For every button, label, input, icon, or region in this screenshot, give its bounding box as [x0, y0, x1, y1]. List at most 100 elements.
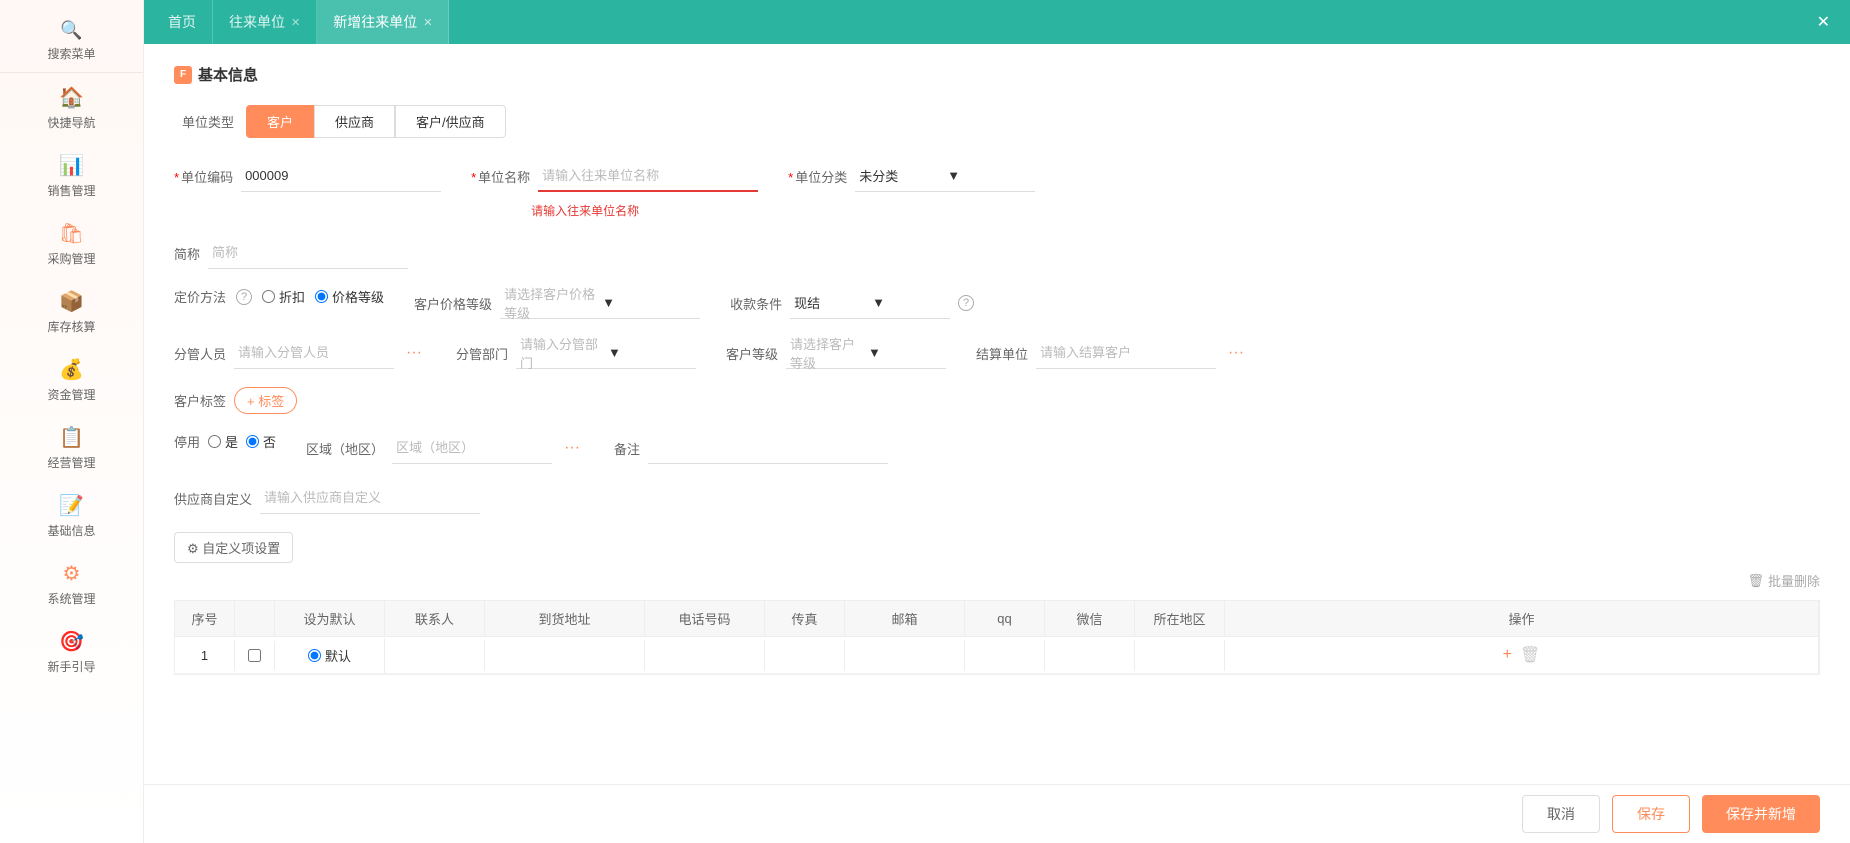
row-checkbox[interactable] [248, 649, 261, 662]
col-header-action: 操作 [1225, 601, 1819, 636]
system-icon: ⚙ [63, 561, 81, 586]
cell-region[interactable] [1135, 640, 1225, 671]
unit-type-label: 单位类型 [174, 112, 234, 131]
sidebar-item-search[interactable]: 🔍 搜索菜单 [0, 10, 143, 73]
customer-level-chevron: ▼ [868, 345, 942, 360]
cell-address[interactable] [485, 640, 645, 671]
field-short-name: 简称 [174, 237, 408, 269]
sidebar-item-finance[interactable]: 💰 资金管理 [0, 345, 143, 413]
manager-more-btn[interactable]: ··· [402, 344, 426, 362]
delete-row-btn[interactable]: 🗑 [1520, 645, 1540, 665]
unit-type-group: 客户 供应商 客户/供应商 [246, 105, 506, 138]
section-basic-info: F 基本信息 [174, 64, 1820, 85]
field-unit-name: *单位名称 请输入往来单位名称 [471, 160, 758, 219]
settlement-more-btn[interactable]: ··· [1224, 344, 1248, 362]
payment-help-icon[interactable]: ? [958, 295, 974, 311]
disabled-yes[interactable]: 是 [208, 432, 238, 451]
cell-action: + 🗑 [1225, 637, 1819, 673]
cell-phone[interactable] [645, 640, 765, 671]
field-settlement-unit: 结算单位 ··· [976, 337, 1248, 369]
unit-type-both[interactable]: 客户/供应商 [395, 105, 506, 138]
field-remark: 备注 [614, 432, 888, 464]
row-supplier-custom: 供应商自定义 [174, 482, 1820, 514]
tab-counterparty[interactable]: 往来单位 ✕ [213, 0, 317, 44]
cell-wechat[interactable] [1045, 640, 1135, 671]
phone-input[interactable] [651, 648, 758, 663]
region-input[interactable] [392, 432, 552, 464]
customer-price-level-select[interactable]: 请选择客户价格等级 ▼ [500, 287, 700, 319]
region-more-btn[interactable]: ··· [560, 439, 584, 457]
department-select[interactable]: 请输入分管部门 ▼ [516, 337, 696, 369]
tab-new-counterparty[interactable]: 新增往来单位 ✕ [317, 0, 449, 44]
close-all-tabs[interactable]: ✕ [1805, 12, 1842, 32]
cancel-button[interactable]: 取消 [1522, 795, 1600, 833]
unit-name-input[interactable] [538, 160, 758, 192]
qq-input[interactable] [971, 648, 1038, 663]
cell-fax[interactable] [765, 640, 845, 671]
settlement-unit-input[interactable] [1036, 337, 1216, 369]
disabled-no[interactable]: 否 [246, 432, 276, 451]
cell-default[interactable]: 默认 [275, 638, 385, 673]
col-header-check [235, 601, 275, 636]
manager-input[interactable] [234, 337, 394, 369]
purchase-icon: 🛍 [59, 221, 84, 246]
sidebar-item-operations[interactable]: 📋 经营管理 [0, 413, 143, 481]
field-pricing-method: 定价方法 ? 折扣 价格等级 [174, 287, 384, 306]
unit-category-select[interactable]: 未分类 ▼ [855, 160, 1035, 192]
supplier-custom-input[interactable] [260, 482, 480, 514]
row-disabled: 停用 是 否 区域（地区） ··· 备注 [174, 432, 1820, 464]
close-new-counterparty-tab[interactable]: ✕ [423, 16, 432, 29]
form-area: F 基本信息 单位类型 客户 供应商 客户/供应商 *单位编码 *单位名称 [144, 44, 1850, 784]
field-department: 分管部门 请输入分管部门 ▼ [456, 337, 696, 369]
home-icon: 🏠 [59, 85, 84, 110]
close-counterparty-tab[interactable]: ✕ [291, 16, 300, 29]
unit-type-customer[interactable]: 客户 [246, 105, 314, 138]
wechat-input[interactable] [1051, 648, 1128, 663]
pricing-help-icon[interactable]: ? [236, 289, 252, 305]
cell-qq[interactable] [965, 640, 1045, 671]
tab-home[interactable]: 首页 [152, 0, 213, 44]
batch-delete-btn[interactable]: 🗑 批量删除 [174, 571, 1820, 590]
address-input[interactable] [491, 648, 638, 663]
remark-input[interactable] [648, 432, 888, 464]
contact-input[interactable] [391, 648, 478, 663]
main-content: 首页 往来单位 ✕ 新增往来单位 ✕ ✕ F 基本信息 单位类型 客户 供应商 … [144, 0, 1850, 843]
col-header-seq: 序号 [175, 601, 235, 636]
tab-bar: 首页 往来单位 ✕ 新增往来单位 ✕ ✕ [144, 0, 1850, 44]
inventory-icon: 📦 [59, 289, 84, 314]
email-input[interactable] [851, 648, 958, 663]
unit-type-supplier[interactable]: 供应商 [314, 105, 395, 138]
col-header-phone: 电话号码 [645, 601, 765, 636]
sidebar-item-purchase[interactable]: 🛍 采购管理 [0, 209, 143, 277]
cell-email[interactable] [845, 640, 965, 671]
field-disabled: 停用 是 否 [174, 432, 276, 451]
sidebar-item-basic-info[interactable]: 📝 基础信息 [0, 481, 143, 549]
add-tag-btn[interactable]: + 标签 [234, 387, 297, 414]
pricing-discount-radio[interactable]: 折扣 [262, 287, 305, 306]
row-pricing: 定价方法 ? 折扣 价格等级 客户价格等级 请选择客户价格等级 ▼ 收款条件 [174, 287, 1820, 319]
sidebar: 🔍 搜索菜单 🏠 快捷导航 📊 销售管理 🛍 采购管理 📦 库存核算 💰 资金管… [0, 0, 144, 843]
cell-check[interactable] [235, 641, 275, 670]
payment-terms-select[interactable]: 现结 ▼ [790, 287, 950, 319]
col-header-region: 所在地区 [1135, 601, 1225, 636]
customer-level-select[interactable]: 请选择客户等级 ▼ [786, 337, 946, 369]
add-row-btn[interactable]: + [1503, 646, 1512, 664]
row-region-input[interactable] [1141, 648, 1218, 663]
row-unit-info: *单位编码 *单位名称 请输入往来单位名称 *单位分类 未分类 ▼ [174, 160, 1820, 219]
sidebar-item-sales[interactable]: 📊 销售管理 [0, 141, 143, 209]
field-region: 区域（地区） ··· [306, 432, 584, 464]
col-header-email: 邮箱 [845, 601, 965, 636]
sidebar-item-system[interactable]: ⚙ 系统管理 [0, 549, 143, 617]
fax-input[interactable] [771, 648, 838, 663]
sidebar-item-quick-nav[interactable]: 🏠 快捷导航 [0, 73, 143, 141]
pricing-grade-radio[interactable]: 价格等级 [315, 287, 384, 306]
sidebar-item-inventory[interactable]: 📦 库存核算 [0, 277, 143, 345]
short-name-input[interactable] [208, 237, 408, 269]
save-and-new-button[interactable]: 保存并新增 [1702, 795, 1820, 833]
cell-contact[interactable] [385, 640, 485, 671]
custom-settings-btn[interactable]: ⚙ 自定义项设置 [174, 532, 293, 563]
save-button[interactable]: 保存 [1612, 795, 1690, 833]
row-manager: 分管人员 ··· 分管部门 请输入分管部门 ▼ 客户等级 请选择客户等级 ▼ 结… [174, 337, 1820, 369]
unit-code-input[interactable] [241, 160, 441, 192]
sidebar-item-guide[interactable]: 🎯 新手引导 [0, 617, 143, 685]
